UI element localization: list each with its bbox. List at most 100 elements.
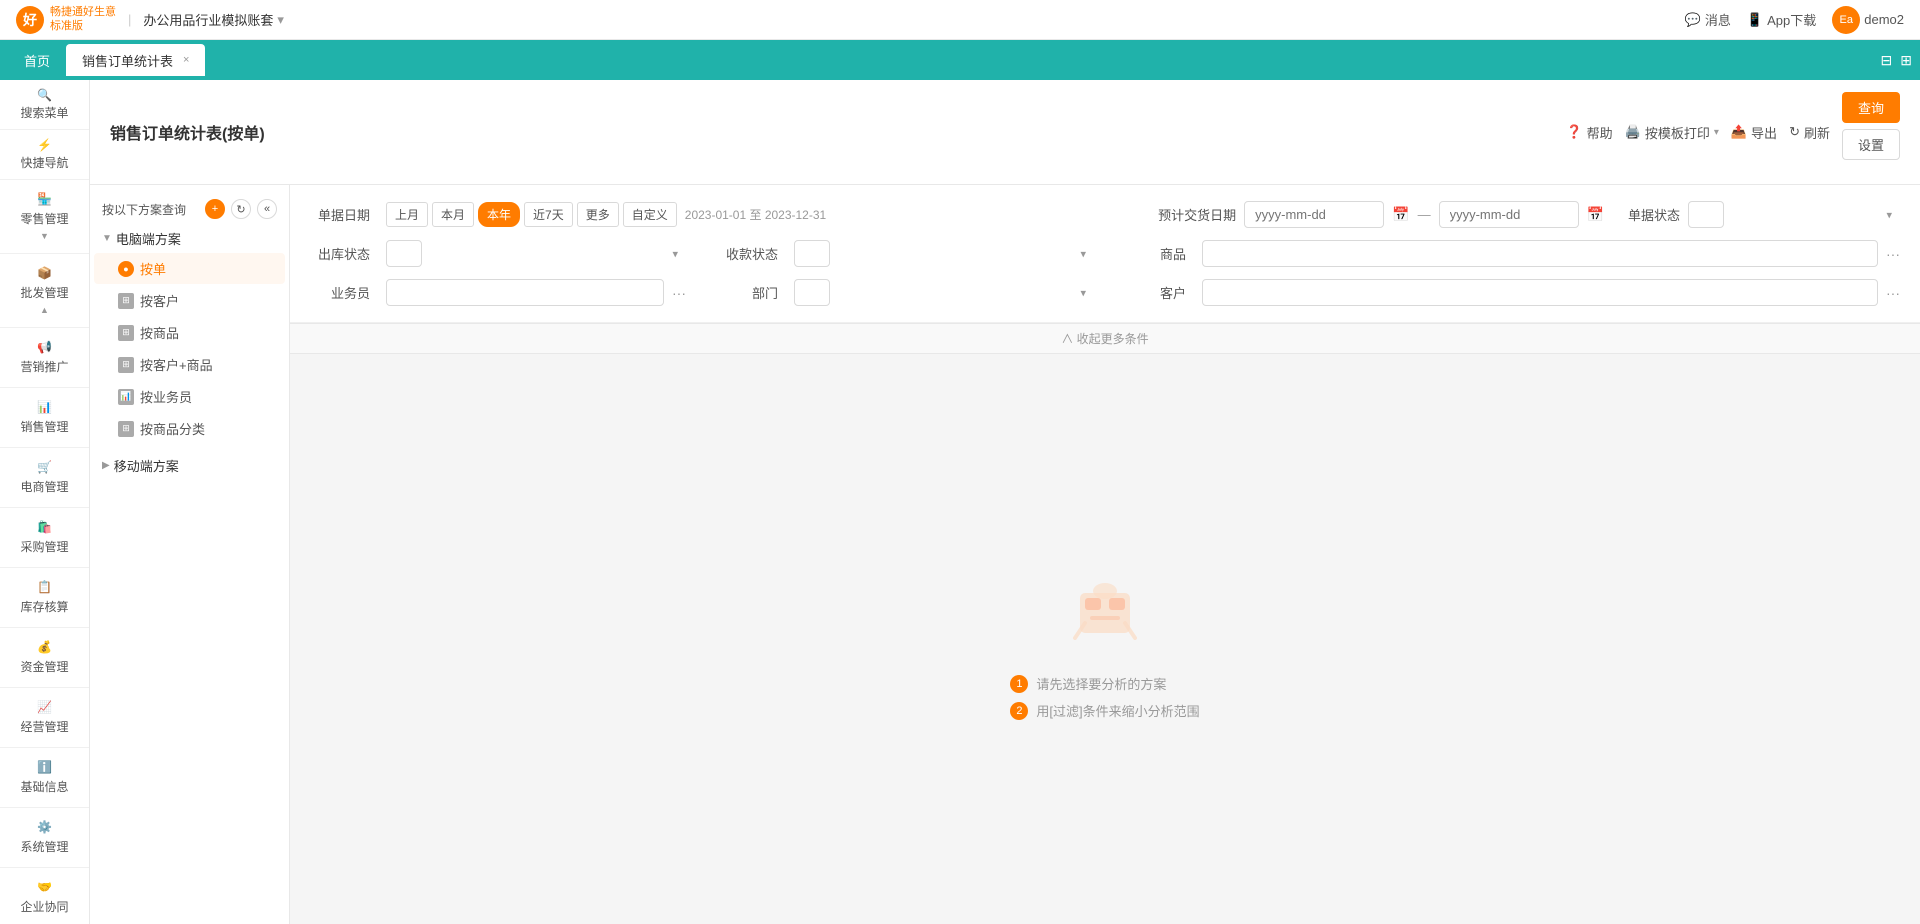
this-month-btn[interactable]: 本月 [432, 202, 474, 227]
calendar-icon-start[interactable]: 📅 [1392, 206, 1409, 223]
custom-btn[interactable]: 自定义 [623, 202, 677, 227]
scheme-grid3-icon: ⊞ [118, 357, 134, 373]
tab-bar-actions: ⊟ ⊞ [1881, 52, 1912, 69]
scheme-grid4-icon: ⊞ [118, 421, 134, 437]
retail-icon: 🏪 [37, 192, 52, 206]
sidebar-item-operations[interactable]: 📈 经营管理 [0, 688, 89, 748]
inventory-icon: 📋 [37, 580, 52, 594]
customer-dots-btn[interactable]: ··· [1886, 285, 1900, 301]
chevron-down-icon: ▼ [40, 231, 49, 241]
top-bar-left: 好 畅捷通好生意 标准版 | 办公用品行业模拟账套 ▾ [16, 6, 284, 34]
account-dropdown[interactable]: 办公用品行业模拟账套 ▾ [143, 10, 284, 29]
expected-date-start[interactable] [1244, 201, 1384, 228]
empty-tips: 1 请先选择要分析的方案 2 用[过滤]条件来缩小分析范围 [1010, 674, 1199, 720]
tab-close-btn[interactable]: × [183, 54, 189, 66]
more-btn[interactable]: 更多 [577, 202, 619, 227]
sidebar-item-finance[interactable]: 💰 资金管理 [0, 628, 89, 688]
scheme-mobile-category: ▶ 移动端方案 [90, 452, 289, 479]
help-btn[interactable]: ❓ 帮助 [1566, 123, 1612, 142]
last-7days-btn[interactable]: 近7天 [524, 202, 573, 227]
ship-status-select[interactable] [386, 240, 422, 267]
tab-home[interactable]: 首页 [8, 44, 66, 76]
app-download-btn[interactable]: 📱 App下载 [1747, 10, 1816, 29]
scheme-pc-category: ▼ 电脑端方案 [90, 225, 289, 252]
scheme-mobile-toggle[interactable]: ▶ 移动端方案 [102, 456, 277, 475]
sidebar-item-basic[interactable]: ℹ️ 基础信息 [0, 748, 89, 808]
scheme-collapse-btn[interactable]: « [257, 199, 277, 219]
salesman-input[interactable] [386, 279, 664, 306]
salesman-label: 业务员 [310, 283, 370, 302]
expected-date-group: 预计交货日期 📅 — 📅 [842, 201, 1604, 228]
enterprise-icon: 🤝 [37, 880, 52, 894]
ship-status-wrapper [386, 240, 686, 267]
tab-maximize-btn[interactable]: ⊞ [1900, 52, 1912, 69]
product-input[interactable] [1202, 240, 1878, 267]
right-content: 单据日期 上月 本月 本年 近7天 更多 自定义 2023-01-01 至 20… [290, 185, 1920, 924]
collapse-bar[interactable]: ∧ 收起更多条件 [290, 323, 1920, 354]
date-filter-label: 单据日期 [310, 205, 370, 224]
product-dots-btn[interactable]: ··· [1886, 246, 1900, 262]
sidebar-item-inventory[interactable]: 📋 库存核算 [0, 568, 89, 628]
scheme-add-btn[interactable]: + [205, 199, 225, 219]
sidebar-item-purchase[interactable]: 🛍️ 采购管理 [0, 508, 89, 568]
calendar-icon-end[interactable]: 📅 [1587, 206, 1604, 223]
date-range-text: 2023-01-01 至 2023-12-31 [685, 206, 826, 223]
payment-status-wrapper [794, 240, 1094, 267]
page-header: 销售订单统计表(按单) ❓ 帮助 🖨️ 按模板打印 ▾ 📤 导出 ↻ 刷新 [90, 80, 1920, 185]
tab-minimize-btn[interactable]: ⊟ [1881, 52, 1893, 69]
status-label: 单据状态 [1620, 205, 1680, 224]
user-menu[interactable]: Ea demo2 [1832, 6, 1904, 34]
scheme-item-by-order[interactable]: ● 按单 [94, 253, 285, 284]
status-filter-group: 单据状态 [1620, 201, 1900, 228]
avatar: Ea [1832, 6, 1860, 34]
print-btn[interactable]: 🖨️ 按模板打印 ▾ [1625, 123, 1719, 142]
sidebar-search[interactable]: 🔍 搜索菜单 [0, 80, 89, 130]
export-btn[interactable]: 📤 导出 [1731, 123, 1777, 142]
payment-status-select[interactable] [794, 240, 830, 267]
status-select[interactable] [1688, 201, 1724, 228]
customer-input[interactable] [1202, 279, 1878, 306]
print-icon: 🖨️ [1625, 124, 1641, 140]
scheme-item-by-category[interactable]: ⊞ 按商品分类 [94, 413, 285, 444]
scheme-refresh-btn[interactable]: ↻ [231, 199, 251, 219]
tab-sales-report[interactable]: 销售订单统计表 × [66, 44, 205, 76]
logo-area: 好 畅捷通好生意 标准版 [16, 6, 116, 34]
scheme-active-icon: ● [118, 261, 134, 277]
chevron-right-icon: ▶ [102, 460, 110, 471]
export-icon: 📤 [1731, 124, 1747, 140]
this-year-btn[interactable]: 本年 [478, 202, 520, 227]
scheme-item-by-product[interactable]: ⊞ 按商品 [94, 317, 285, 348]
department-label: 部门 [718, 283, 778, 302]
content-area: 销售订单统计表(按单) ❓ 帮助 🖨️ 按模板打印 ▾ 📤 导出 ↻ 刷新 [90, 80, 1920, 924]
logo-icon: 好 [16, 6, 44, 34]
salesman-dots-btn[interactable]: ··· [672, 285, 686, 301]
last-month-btn[interactable]: 上月 [386, 202, 428, 227]
basic-icon: ℹ️ [37, 760, 52, 774]
sidebar-item-sales[interactable]: 📊 销售管理 [0, 388, 89, 448]
sidebar-item-system[interactable]: ⚙️ 系统管理 [0, 808, 89, 868]
sidebar-quicknav[interactable]: ⚡ 快捷导航 [0, 130, 89, 180]
settings-button[interactable]: 设置 [1842, 129, 1900, 160]
customer-filter-group: ··· [1202, 279, 1900, 306]
ecommerce-icon: 🛒 [37, 460, 52, 474]
sidebar-item-wholesale[interactable]: 📦 批发管理 ▲ [0, 254, 89, 328]
ship-status-label: 出库状态 [310, 244, 370, 263]
scheme-pc-toggle[interactable]: ▼ 电脑端方案 [102, 229, 277, 248]
expected-date-label: 预计交货日期 [1158, 205, 1236, 224]
finance-icon: 💰 [37, 640, 52, 654]
customer-label: 客户 [1126, 283, 1186, 302]
query-button[interactable]: 查询 [1842, 92, 1900, 123]
sidebar-item-enterprise[interactable]: 🤝 企业协同 [0, 868, 89, 924]
scheme-item-by-salesman[interactable]: 📊 按业务员 [94, 381, 285, 412]
refresh-btn[interactable]: ↻ 刷新 [1789, 123, 1830, 142]
system-icon: ⚙️ [37, 820, 52, 834]
scheme-item-by-customer[interactable]: ⊞ 按客户 [94, 285, 285, 316]
department-select[interactable] [794, 279, 830, 306]
refresh-icon: ↻ [1789, 124, 1800, 140]
scheme-item-by-cust-prod[interactable]: ⊞ 按客户+商品 [94, 349, 285, 380]
sidebar-item-ecommerce[interactable]: 🛒 电商管理 [0, 448, 89, 508]
sidebar-item-retail[interactable]: 🏪 零售管理 ▼ [0, 180, 89, 254]
sidebar-item-marketing[interactable]: 📢 营销推广 [0, 328, 89, 388]
expected-date-end[interactable] [1439, 201, 1579, 228]
message-btn[interactable]: 💬 消息 [1685, 10, 1731, 29]
